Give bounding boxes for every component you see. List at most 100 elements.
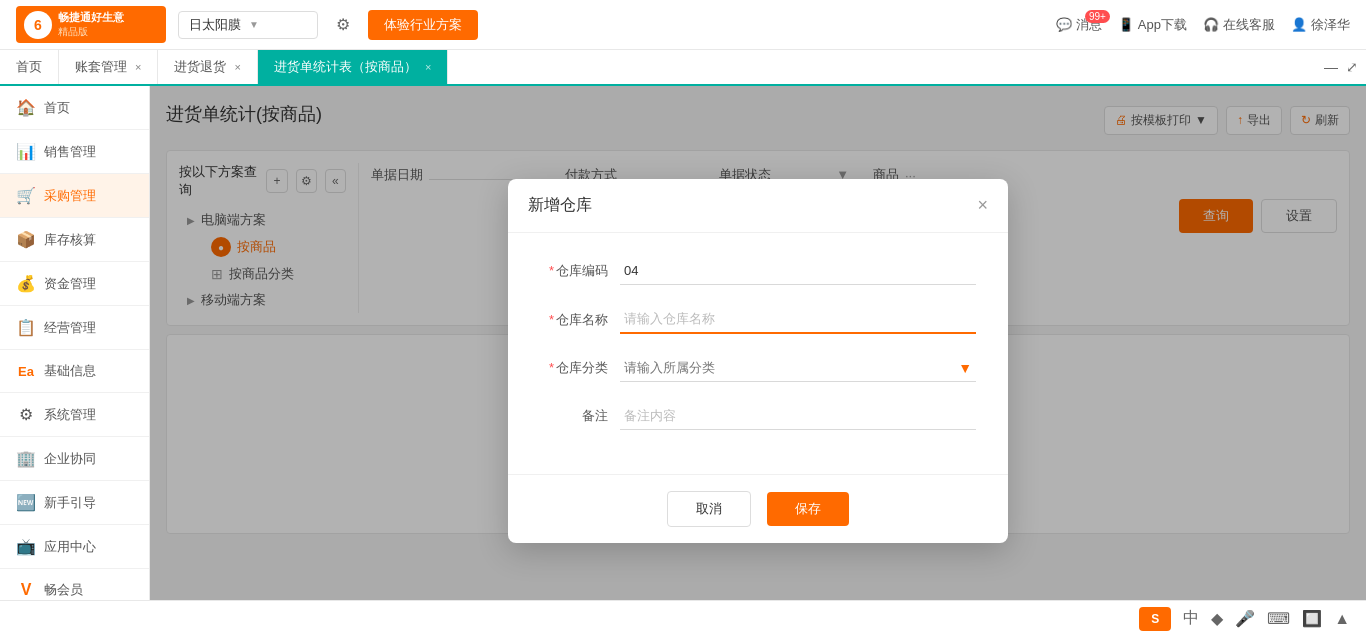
form-row-warehouse-code: *仓库编码 bbox=[540, 257, 976, 285]
warehouse-code-input[interactable] bbox=[620, 257, 976, 285]
modal-body: *仓库编码 *仓库名称 *仓库分类 bbox=[508, 233, 1008, 474]
main-layout: 🏠 首页 📊 销售管理 🛒 采购管理 📦 库存核算 💰 资金管理 📋 经营管理 … bbox=[0, 86, 1366, 636]
sidebar-finance-label: 资金管理 bbox=[44, 275, 96, 293]
save-button[interactable]: 保存 bbox=[767, 492, 849, 526]
warehouse-name-input[interactable] bbox=[620, 305, 976, 334]
guide-icon: 🆕 bbox=[16, 493, 36, 512]
app-download-item[interactable]: 📱 App下载 bbox=[1118, 16, 1187, 34]
tab-stats-label: 进货单统计表（按商品） bbox=[274, 58, 417, 76]
sidebar-inventory-label: 库存核算 bbox=[44, 231, 96, 249]
new-warehouse-modal: 新增仓库 × *仓库编码 *仓库名称 bbox=[508, 179, 1008, 543]
cancel-button[interactable]: 取消 bbox=[667, 491, 751, 527]
logo-icon: 6 bbox=[24, 11, 52, 39]
sidebar-item-system[interactable]: ⚙ 系统管理 bbox=[0, 393, 149, 437]
user-profile[interactable]: 👤 徐泽华 bbox=[1291, 16, 1350, 34]
sidebar-item-finance[interactable]: 💰 资金管理 bbox=[0, 262, 149, 306]
tab-bar: 首页 账套管理 × 进货退货 × 进货单统计表（按商品） × — ⤢ bbox=[0, 50, 1366, 86]
form-row-notes: 备注 bbox=[540, 402, 976, 430]
logo-text: 畅捷通好生意 精品版 bbox=[58, 10, 124, 39]
sidebar-home-label: 首页 bbox=[44, 99, 70, 117]
sidebar: 🏠 首页 📊 销售管理 🛒 采购管理 📦 库存核算 💰 资金管理 📋 经营管理 … bbox=[0, 86, 150, 636]
warehouse-category-input[interactable] bbox=[620, 354, 958, 381]
tab-stats-close[interactable]: × bbox=[425, 61, 431, 73]
tab-expand-icon[interactable]: ⤢ bbox=[1346, 59, 1358, 75]
finance-icon: 💰 bbox=[16, 274, 36, 293]
online-service-item[interactable]: 🎧 在线客服 bbox=[1203, 16, 1275, 34]
tab-accounts-close[interactable]: × bbox=[135, 61, 141, 73]
user-name: 徐泽华 bbox=[1311, 16, 1350, 34]
basic-info-icon: Ea bbox=[16, 364, 36, 379]
tab-minimize-icon[interactable]: — bbox=[1324, 59, 1338, 75]
home-icon: 🏠 bbox=[16, 98, 36, 117]
store-name: 日太阳膜 bbox=[189, 16, 241, 34]
form-row-warehouse-name: *仓库名称 bbox=[540, 305, 976, 334]
notes-input[interactable] bbox=[620, 402, 976, 430]
sidebar-item-inventory[interactable]: 📦 库存核算 bbox=[0, 218, 149, 262]
tab-stats[interactable]: 进货单统计表（按商品） × bbox=[258, 50, 448, 84]
warehouse-category-label: *仓库分类 bbox=[540, 359, 620, 377]
sidebar-item-appstore[interactable]: 📺 应用中心 bbox=[0, 525, 149, 569]
sidebar-appstore-label: 应用中心 bbox=[44, 538, 96, 556]
tab-home-label: 首页 bbox=[16, 58, 42, 76]
sidebar-basic-label: 基础信息 bbox=[44, 362, 96, 380]
notification-badge: 99+ bbox=[1085, 10, 1110, 23]
tab-purchase-return[interactable]: 进货退货 × bbox=[158, 50, 257, 84]
bottom-bar: S 中 ◆ 🎤 ⌨ 🔲 ▲ bbox=[0, 600, 1366, 636]
layout-icon[interactable]: 🔲 bbox=[1302, 609, 1322, 628]
keyboard-icon[interactable]: ⌨ bbox=[1267, 609, 1290, 628]
store-selector[interactable]: 日太阳膜 ▼ bbox=[178, 11, 318, 39]
warehouse-code-label: *仓库编码 bbox=[540, 262, 620, 280]
modal-footer: 取消 保存 bbox=[508, 474, 1008, 543]
appstore-icon: 📺 bbox=[16, 537, 36, 556]
warehouse-category-select[interactable]: ▼ bbox=[620, 354, 976, 382]
sidebar-item-enterprise[interactable]: 🏢 企业协同 bbox=[0, 437, 149, 481]
logo-area: 6 畅捷通好生意 精品版 bbox=[16, 6, 166, 43]
modal-header: 新增仓库 × bbox=[508, 179, 1008, 233]
purchase-icon: 🛒 bbox=[16, 186, 36, 205]
tab-right-controls: — ⤢ bbox=[1324, 59, 1366, 75]
system-icon: ⚙ bbox=[16, 405, 36, 424]
sidebar-system-label: 系统管理 bbox=[44, 406, 96, 424]
sidebar-item-purchase[interactable]: 🛒 采购管理 bbox=[0, 174, 149, 218]
microphone-icon[interactable]: 🎤 bbox=[1235, 609, 1255, 628]
sidebar-operations-label: 经营管理 bbox=[44, 319, 96, 337]
top-header: 6 畅捷通好生意 精品版 日太阳膜 ▼ ⚙ 体验行业方案 💬 消息 99+ 📱 … bbox=[0, 0, 1366, 50]
sales-icon: 📊 bbox=[16, 142, 36, 161]
settings-icon[interactable]: ⚙ bbox=[330, 9, 356, 40]
store-dropdown-arrow: ▼ bbox=[249, 19, 259, 30]
sidebar-sales-label: 销售管理 bbox=[44, 143, 96, 161]
notes-label: 备注 bbox=[540, 407, 620, 425]
form-row-warehouse-category: *仓库分类 ▼ bbox=[540, 354, 976, 382]
modal-overlay: 新增仓库 × *仓库编码 *仓库名称 bbox=[150, 86, 1366, 636]
modal-close-button[interactable]: × bbox=[977, 195, 988, 216]
sidebar-enterprise-label: 企业协同 bbox=[44, 450, 96, 468]
operations-icon: 📋 bbox=[16, 318, 36, 337]
sidebar-purchase-label: 采购管理 bbox=[44, 187, 96, 205]
notification-item[interactable]: 💬 消息 99+ bbox=[1056, 16, 1102, 34]
category-dropdown-arrow: ▼ bbox=[958, 360, 976, 376]
sidebar-item-home[interactable]: 🏠 首页 bbox=[0, 86, 149, 130]
phone-icon: 📱 bbox=[1118, 17, 1134, 32]
sidebar-item-basic[interactable]: Ea 基础信息 bbox=[0, 350, 149, 393]
chinese-input-icon[interactable]: 中 bbox=[1183, 608, 1199, 629]
expand-icon[interactable]: ▲ bbox=[1334, 610, 1350, 628]
tab-home[interactable]: 首页 bbox=[0, 50, 59, 84]
sidebar-vip-label: 畅会员 bbox=[44, 581, 83, 599]
tab-purchase-return-label: 进货退货 bbox=[174, 58, 226, 76]
headset-icon: 🎧 bbox=[1203, 17, 1219, 32]
header-right: 💬 消息 99+ 📱 App下载 🎧 在线客服 👤 徐泽华 bbox=[1056, 16, 1350, 34]
modal-title: 新增仓库 bbox=[528, 195, 592, 216]
tab-accounts-label: 账套管理 bbox=[75, 58, 127, 76]
diamond-icon[interactable]: ◆ bbox=[1211, 609, 1223, 628]
warehouse-name-label: *仓库名称 bbox=[540, 311, 620, 329]
tab-accounts[interactable]: 账套管理 × bbox=[59, 50, 158, 84]
sidebar-item-sales[interactable]: 📊 销售管理 bbox=[0, 130, 149, 174]
inventory-icon: 📦 bbox=[16, 230, 36, 249]
user-avatar-icon: 👤 bbox=[1291, 17, 1307, 32]
bottom-logo: S bbox=[1139, 607, 1171, 631]
sidebar-item-guide[interactable]: 🆕 新手引导 bbox=[0, 481, 149, 525]
trial-button[interactable]: 体验行业方案 bbox=[368, 10, 478, 40]
tab-purchase-return-close[interactable]: × bbox=[234, 61, 240, 73]
message-icon: 💬 bbox=[1056, 17, 1072, 32]
sidebar-item-operations[interactable]: 📋 经营管理 bbox=[0, 306, 149, 350]
